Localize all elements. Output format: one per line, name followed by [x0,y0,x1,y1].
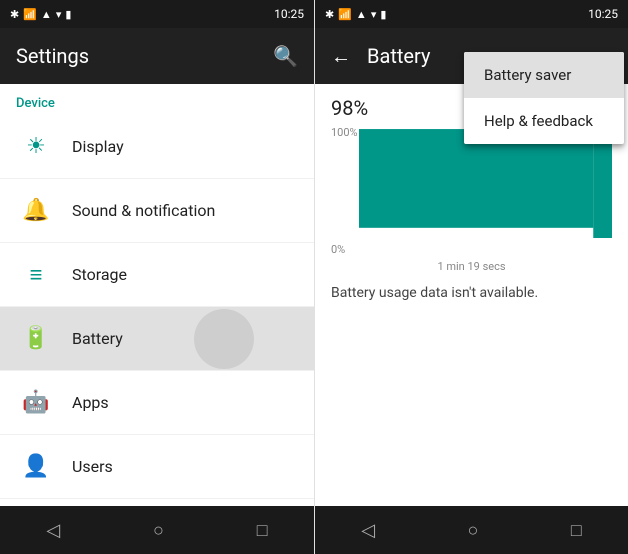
sidebar-item-users[interactable]: 👤 Users [0,435,314,499]
chart-bottom-label: 0% [331,243,358,256]
sidebar-item-sound[interactable]: 🔔 Sound & notification [0,179,314,243]
sidebar-item-display[interactable]: ☀ Display [0,115,314,179]
home-nav-icon[interactable]: ○ [153,520,164,541]
back-nav-icon[interactable]: ◁ [46,520,60,541]
device-section-header: Device [0,84,314,115]
battery-content: 98% 100% 0% 1 min 19 secs Battery usage … [315,84,628,506]
chart-top-label: 100% [331,126,358,139]
back-button[interactable]: ← [331,44,351,69]
chart-y-labels: 100% 0% [331,126,358,256]
apps-icon: 🤖 [16,390,56,415]
sidebar-item-storage[interactable]: ≡ Storage [0,243,314,307]
left-time: 10:25 [274,7,304,21]
battery-title: Battery [367,44,430,68]
right-time: 10:25 [588,7,618,21]
r-nfc-icon: 📶 [338,8,352,21]
display-icon: ☀ [16,134,56,159]
battery-icon-left: ▮ [65,8,71,21]
r-back-nav-icon[interactable]: ◁ [361,520,375,541]
users-icon: 👤 [16,454,56,479]
r-signal-icon: ▲ [356,8,367,21]
battery-panel: ✱ 📶 ▲ ▾ ▮ 10:25 ← Battery Battery saver … [314,0,628,554]
search-icon[interactable]: 🔍 [273,44,298,68]
settings-list: Device ☀ Display 🔔 Sound & notification … [0,84,314,506]
storage-label: Storage [72,265,127,284]
nfc-icon: 📶 [23,8,37,21]
help-feedback-menu-item[interactable]: Help & feedback [464,98,624,144]
signal-icon: ▲ [41,8,52,21]
sidebar-item-apps[interactable]: 🤖 Apps [0,371,314,435]
right-status-icons: ✱ 📶 ▲ ▾ ▮ [325,8,386,21]
battery-chart: 100% 0% [331,126,612,256]
left-nav-bar: ◁ ○ □ [0,506,314,554]
battery-saver-menu-item[interactable]: Battery saver [464,52,624,98]
wifi-icon: ▾ [56,8,62,21]
settings-panel: ✱ 📶 ▲ ▾ ▮ 10:25 Settings 🔍 Device ☀ Disp… [0,0,314,554]
right-status-bar: ✱ 📶 ▲ ▾ ▮ 10:25 [315,0,628,28]
left-status-icons: ✱ 📶 ▲ ▾ ▮ [10,8,71,21]
sidebar-item-battery[interactable]: 🔋 Battery [0,307,314,371]
r-battery-icon: ▮ [380,8,386,21]
bluetooth-icon: ✱ [10,8,19,21]
settings-app-bar: Settings 🔍 [0,28,314,84]
storage-icon: ≡ [16,262,56,288]
right-nav-bar: ◁ ○ □ [315,506,628,554]
r-wifi-icon: ▾ [371,8,377,21]
battery-usage-message: Battery usage data isn't available. [331,285,612,301]
recent-nav-icon[interactable]: □ [257,520,268,541]
users-label: Users [72,457,113,476]
battery-label: Battery [72,329,123,348]
settings-title: Settings [16,44,89,68]
sound-label: Sound & notification [72,201,215,220]
battery-list-icon: 🔋 [16,326,56,351]
r-bluetooth-icon: ✱ [325,8,334,21]
overflow-menu: Battery saver Help & feedback [464,52,624,144]
sound-icon: 🔔 [16,198,56,223]
r-home-nav-icon[interactable]: ○ [468,520,479,541]
left-status-bar: ✱ 📶 ▲ ▾ ▮ 10:25 [0,0,314,28]
r-recent-nav-icon[interactable]: □ [571,520,582,541]
apps-label: Apps [72,393,109,412]
display-label: Display [72,137,124,156]
chart-time-label: 1 min 19 secs [331,260,612,273]
